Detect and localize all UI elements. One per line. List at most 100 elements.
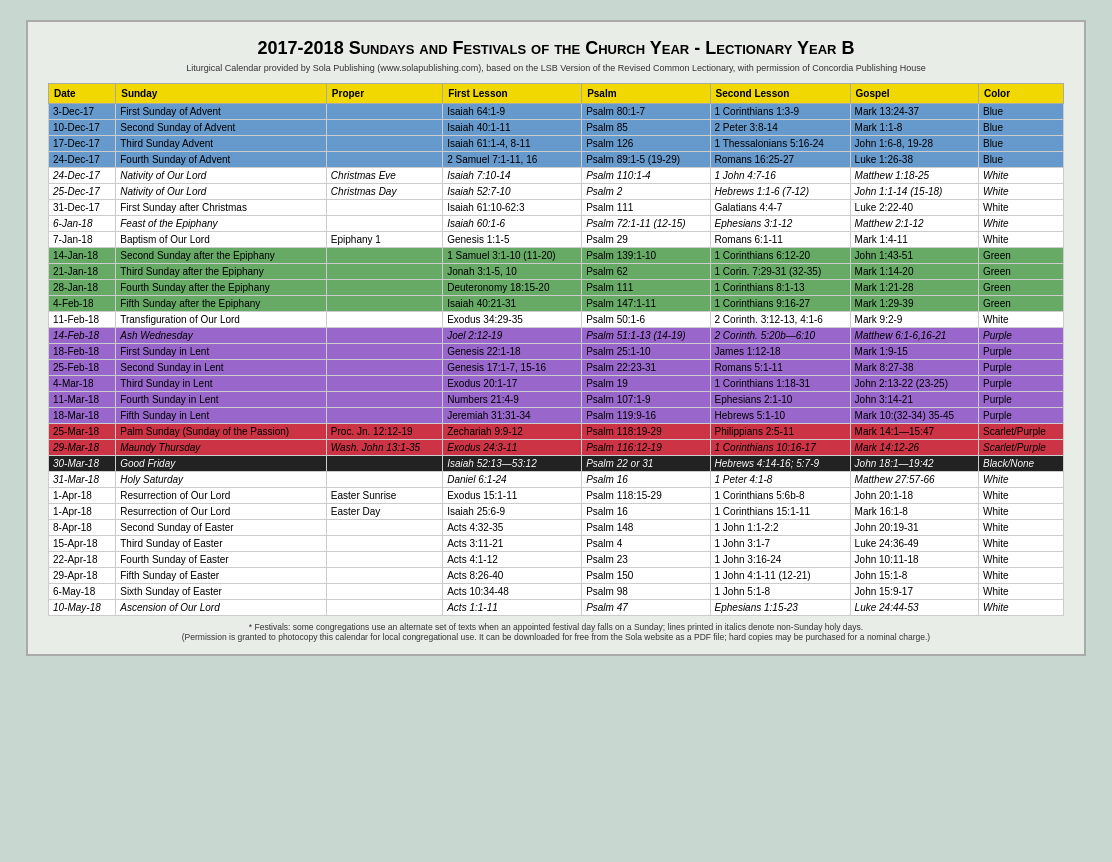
cell-first_lesson: Acts 1:1-11 [443, 600, 582, 616]
cell-first_lesson: Isaiah 40:1-11 [443, 120, 582, 136]
cell-psalm: Psalm 72:1-11 (12-15) [582, 216, 710, 232]
table-row: 15-Apr-18Third Sunday of EasterActs 3:11… [49, 536, 1064, 552]
cell-second_lesson: 1 Corinthians 15:1-11 [710, 504, 850, 520]
cell-proper: Christmas Eve [326, 168, 442, 184]
footer-line1: * Festivals: some congregations use an a… [48, 622, 1064, 632]
cell-first_lesson: Exodus 24:3-11 [443, 440, 582, 456]
cell-color: Blue [978, 104, 1063, 120]
cell-color: White [978, 552, 1063, 568]
cell-first_lesson: Acts 3:11-21 [443, 536, 582, 552]
cell-gospel: John 18:1—19:42 [850, 456, 978, 472]
table-row: 3-Dec-17First Sunday of AdventIsaiah 64:… [49, 104, 1064, 120]
cell-second_lesson: 1 Corinthians 5:6b-8 [710, 488, 850, 504]
cell-gospel: Mark 9:2-9 [850, 312, 978, 328]
table-row: 7-Jan-18Baptism of Our LordEpiphany 1Gen… [49, 232, 1064, 248]
cell-psalm: Psalm 118:15-29 [582, 488, 710, 504]
cell-psalm: Psalm 89:1-5 (19-29) [582, 152, 710, 168]
cell-first_lesson: Isaiah 52:7-10 [443, 184, 582, 200]
cell-proper: Christmas Day [326, 184, 442, 200]
column-header-gospel: Gospel [850, 84, 978, 104]
cell-proper [326, 520, 442, 536]
cell-date: 24-Dec-17 [49, 168, 116, 184]
cell-psalm: Psalm 98 [582, 584, 710, 600]
cell-color: Blue [978, 136, 1063, 152]
table-row: 4-Mar-18Third Sunday in LentExodus 20:1-… [49, 376, 1064, 392]
table-row: 21-Jan-18Third Sunday after the Epiphany… [49, 264, 1064, 280]
cell-gospel: Luke 1:26-38 [850, 152, 978, 168]
cell-first_lesson: Numbers 21:4-9 [443, 392, 582, 408]
cell-second_lesson: Philippians 2:5-11 [710, 424, 850, 440]
cell-sunday: Fourth Sunday of Advent [116, 152, 327, 168]
cell-color: Blue [978, 152, 1063, 168]
table-row: 18-Mar-18Fifth Sunday in Lent Jeremiah 31… [49, 408, 1064, 424]
cell-second_lesson: 1 John 4:1-11 (12-21) [710, 568, 850, 584]
cell-sunday: Baptism of Our Lord [116, 232, 327, 248]
cell-psalm: Psalm 19 [582, 376, 710, 392]
cell-second_lesson: James 1:12-18 [710, 344, 850, 360]
table-row: 25-Feb-18Second Sunday in LentGenesis 17… [49, 360, 1064, 376]
cell-date: 7-Jan-18 [49, 232, 116, 248]
footer-notes: * Festivals: some congregations use an a… [48, 622, 1064, 642]
cell-date: 11-Mar-18 [49, 392, 116, 408]
cell-sunday: Sixth Sunday of Easter [116, 584, 327, 600]
table-row: 10-May-18Ascension of Our LordActs 1:1-1… [49, 600, 1064, 616]
cell-color: White [978, 520, 1063, 536]
cell-color: White [978, 312, 1063, 328]
column-header-date: Date [49, 84, 116, 104]
cell-psalm: Psalm 16 [582, 472, 710, 488]
table-row: 29-Mar-18Maundy ThursdayWash. John 13:1-… [49, 440, 1064, 456]
cell-second_lesson: Romans 16:25-27 [710, 152, 850, 168]
table-row: 31-Dec-17First Sunday after ChristmasIsa… [49, 200, 1064, 216]
cell-date: 25-Mar-18 [49, 424, 116, 440]
cell-proper [326, 456, 442, 472]
cell-proper [326, 392, 442, 408]
cell-psalm: Psalm 110:1-4 [582, 168, 710, 184]
cell-proper [326, 264, 442, 280]
cell-psalm: Psalm 80:1-7 [582, 104, 710, 120]
cell-first_lesson: 2 Samuel 7:1-11, 16 [443, 152, 582, 168]
cell-color: Purple [978, 392, 1063, 408]
cell-sunday: Second Sunday after the Epiphany [116, 248, 327, 264]
cell-sunday: Resurrection of Our Lord [116, 488, 327, 504]
cell-date: 22-Apr-18 [49, 552, 116, 568]
cell-proper [326, 360, 442, 376]
cell-gospel: Luke 24:44-53 [850, 600, 978, 616]
cell-first_lesson: Jeremiah 31:31-34 [443, 408, 582, 424]
cell-psalm: Psalm 148 [582, 520, 710, 536]
cell-gospel: Mark 10:(32-34) 35-45 [850, 408, 978, 424]
column-header-color: Color [978, 84, 1063, 104]
cell-second_lesson: Romans 5:1-11 [710, 360, 850, 376]
cell-first_lesson: Acts 4:1-12 [443, 552, 582, 568]
cell-psalm: Psalm 150 [582, 568, 710, 584]
cell-second_lesson: 1 John 5:1-8 [710, 584, 850, 600]
page-title: 2017-2018 Sundays and Festivals of the C… [48, 38, 1064, 59]
cell-proper [326, 216, 442, 232]
column-header-second-lesson: Second Lesson [710, 84, 850, 104]
cell-psalm: Psalm 2 [582, 184, 710, 200]
cell-date: 10-May-18 [49, 600, 116, 616]
cell-gospel: John 20:19-31 [850, 520, 978, 536]
cell-first_lesson: Deuteronomy 18:15-20 [443, 280, 582, 296]
cell-date: 29-Apr-18 [49, 568, 116, 584]
cell-color: White [978, 488, 1063, 504]
footer-line2: (Permission is granted to photocopy this… [48, 632, 1064, 642]
cell-psalm: Psalm 85 [582, 120, 710, 136]
cell-color: Purple [978, 360, 1063, 376]
cell-second_lesson: 1 John 4:7-16 [710, 168, 850, 184]
cell-proper [326, 120, 442, 136]
cell-proper [326, 600, 442, 616]
cell-proper [326, 536, 442, 552]
cell-sunday: Fifth Sunday in Lent [116, 408, 327, 424]
cell-proper [326, 552, 442, 568]
cell-first_lesson: Genesis 22:1-18 [443, 344, 582, 360]
cell-psalm: Psalm 22 or 31 [582, 456, 710, 472]
table-row: 28-Jan-18Fourth Sunday after the Epiphan… [49, 280, 1064, 296]
cell-proper [326, 280, 442, 296]
cell-first_lesson: Isaiah 52:13—53:12 [443, 456, 582, 472]
cell-date: 18-Mar-18 [49, 408, 116, 424]
table-row: 6-May-18Sixth Sunday of EasterActs 10:34… [49, 584, 1064, 600]
cell-second_lesson: 1 Corin. 7:29-31 (32-35) [710, 264, 850, 280]
table-row: 24-Dec-17Fourth Sunday of Advent2 Samuel… [49, 152, 1064, 168]
cell-gospel: Matthew 6:1-6,16-21 [850, 328, 978, 344]
cell-sunday: Fifth Sunday after the Epiphany [116, 296, 327, 312]
